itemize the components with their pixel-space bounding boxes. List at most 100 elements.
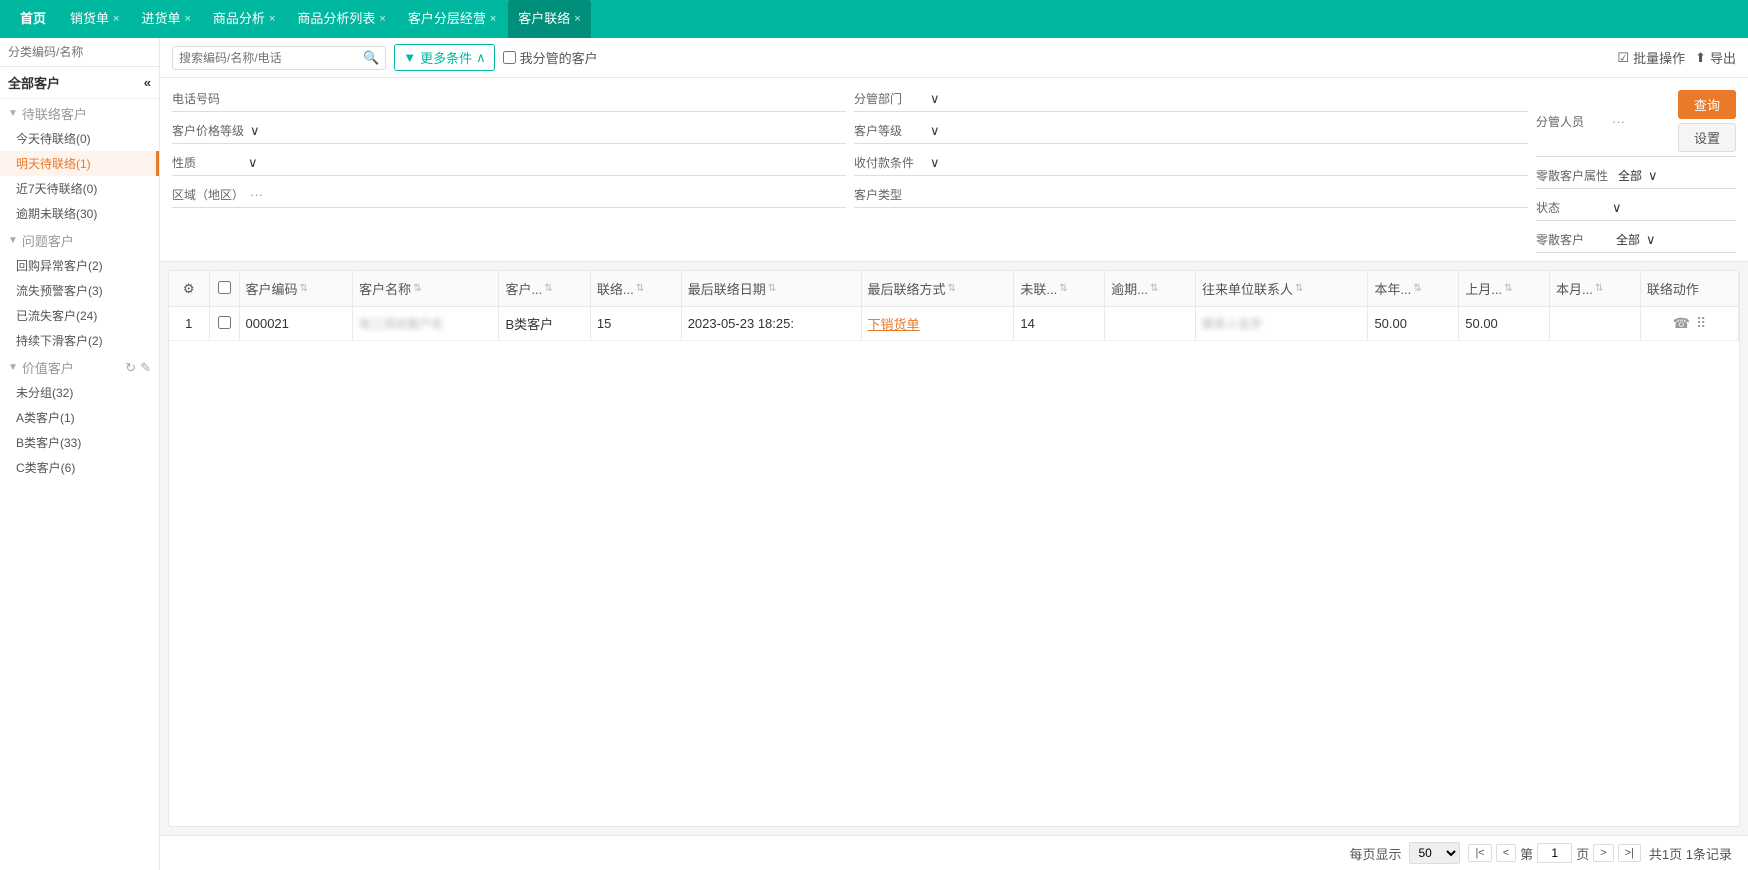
close-tab-purchase-icon[interactable]: × (184, 0, 190, 38)
prev-page-btn[interactable]: < (1496, 844, 1516, 862)
col-last-contact-method[interactable]: 最后联络方式 ⇅ (861, 271, 1014, 307)
sidebar-item-overdue[interactable]: 逾期未联络(30) (0, 201, 159, 226)
sidebar-item-ungrouped[interactable]: 未分组(32) (0, 380, 159, 405)
top-navigation: 首页 销货单 × 进货单 × 商品分析 × 商品分析列表 × 客户分层经营 × … (0, 0, 1748, 38)
settings-button[interactable]: 设置 (1678, 123, 1736, 152)
filter-region-dots[interactable]: ··· (250, 187, 263, 202)
person-dots-icon[interactable]: ··· (1612, 114, 1625, 129)
sidebar-item-class-c[interactable]: C类客户(6) (0, 455, 159, 480)
sidebar-item-tomorrow[interactable]: 明天待联络(1) (0, 151, 159, 176)
next-page-btn[interactable]: > (1593, 844, 1613, 862)
row-contact-icon[interactable]: ☎ (1673, 315, 1690, 332)
toolbar-right: ☑ 批量操作 ⬆ 导出 (1617, 48, 1736, 67)
refresh-icon[interactable]: ↻ (125, 360, 136, 376)
sidebar-item-7days[interactable]: 近7天待联络(0) (0, 176, 159, 201)
col-overdue[interactable]: 逾期... ⇅ (1105, 271, 1196, 307)
page-number-input[interactable] (1537, 843, 1572, 863)
sidebar-item-today[interactable]: 今天待联络(0) (0, 126, 159, 151)
nav-tab-customer-contact[interactable]: 客户联络 × (508, 0, 590, 38)
nav-tab-analysis-list[interactable]: 商品分析列表 × (287, 0, 395, 38)
cell-last-method[interactable]: 下销货单 (861, 307, 1014, 341)
cell-name: 张三测试客户名 (353, 307, 499, 341)
col-last-contact-date[interactable]: 最后联络日期 ⇅ (681, 271, 861, 307)
close-tab-analysis-icon[interactable]: × (269, 0, 275, 38)
pending-arrow-icon: ▼ (8, 108, 18, 119)
close-tab-customer-ops-icon[interactable]: × (490, 0, 496, 38)
col-code[interactable]: 客户编码 ⇅ (239, 271, 353, 307)
export-btn[interactable]: ⬆ 导出 (1695, 48, 1736, 67)
col-no-contact[interactable]: 未联... ⇅ (1014, 271, 1105, 307)
col-last-month[interactable]: 上月... ⇅ (1459, 271, 1550, 307)
settings-icon[interactable]: ⚙ (183, 281, 195, 296)
filter-price-grade-label: 客户价格等级 (172, 122, 244, 139)
col-contact[interactable]: 联络... ⇅ (590, 271, 681, 307)
col-current-year[interactable]: 本年... ⇅ (1368, 271, 1459, 307)
sidebar-search-input[interactable] (8, 45, 160, 59)
bulk-op-btn[interactable]: ☑ 批量操作 (1617, 48, 1685, 67)
all-customers-header[interactable]: 全部客户 « (0, 67, 159, 99)
col-current-month[interactable]: 本月... ⇅ (1550, 271, 1641, 307)
cell-actions: ☎ ⠿ (1640, 307, 1738, 341)
filter-retail-attr-select[interactable]: ∨ (1648, 168, 1736, 184)
close-tab-analysis-list-icon[interactable]: × (379, 0, 385, 38)
col-name[interactable]: 客户名称 ⇅ (353, 271, 499, 307)
row-more-icon[interactable]: ⠿ (1696, 315, 1706, 332)
total-records: 共1页 1条记录 (1649, 844, 1732, 863)
my-customers-checkbox[interactable] (503, 51, 516, 64)
table-header-row: ⚙ 客户编码 ⇅ 客户名称 (169, 271, 1739, 307)
dept-chevron-icon: ∨ (930, 91, 940, 107)
col-type[interactable]: 客户... ⇅ (499, 271, 590, 307)
row-checkbox[interactable] (218, 316, 231, 329)
nav-tab-analysis[interactable]: 商品分析 × (203, 0, 285, 38)
search-submit-icon[interactable]: 🔍 (363, 50, 379, 66)
filter-dept: 分管部门 ∨ (854, 86, 1528, 112)
code-sort-icon: ⇅ (300, 283, 308, 294)
filter-payment-select[interactable]: ∨ (930, 155, 1528, 171)
cell-overdue (1105, 307, 1196, 341)
close-tab-sales-icon[interactable]: × (113, 0, 119, 38)
filter-person-label: 分管人员 (1536, 113, 1606, 130)
sidebar-item-repurchase-abnormal[interactable]: 回购异常客户(2) (0, 253, 159, 278)
collapse-icon[interactable]: « (144, 75, 151, 90)
last-page-btn[interactable]: >| (1618, 844, 1641, 862)
my-customers-toggle[interactable]: 我分管的客户 (503, 48, 598, 67)
nav-tab-sales[interactable]: 销货单 × (60, 0, 129, 38)
nav-home[interactable]: 首页 (8, 0, 58, 38)
problem-arrow-icon: ▼ (8, 235, 18, 246)
select-all-checkbox[interactable] (218, 281, 231, 294)
edit-icon[interactable]: ✎ (140, 360, 151, 376)
filter-price-grade-select[interactable]: ∨ (250, 123, 846, 139)
filter-person-select[interactable]: ··· (1612, 114, 1664, 129)
problem-customer-section: ▼ 问题客户 (0, 226, 159, 253)
bulk-op-checkbox-icon: ☑ (1617, 50, 1629, 66)
last-method-link[interactable]: 下销货单 (868, 317, 920, 332)
sidebar-item-class-a[interactable]: A类客户(1) (0, 405, 159, 430)
cell-no-contact: 14 (1014, 307, 1105, 341)
more-filter-btn[interactable]: ▼ 更多条件 ∧ (394, 44, 494, 71)
query-button[interactable]: 查询 (1678, 90, 1736, 119)
status-chevron-icon: ∨ (1612, 200, 1622, 216)
unit-contact-blurred: 联系人名字 (1202, 317, 1262, 331)
col-unit-contact[interactable]: 往来单位联系人 ⇅ (1195, 271, 1367, 307)
sidebar-item-class-b[interactable]: B类客户(33) (0, 430, 159, 455)
nav-tab-purchase[interactable]: 进货单 × (131, 0, 200, 38)
sidebar-item-declining[interactable]: 持续下滑客户(2) (0, 328, 159, 353)
total-pages-label: 页 (1576, 844, 1589, 863)
nav-tab-customer-ops[interactable]: 客户分层经营 × (398, 0, 506, 38)
filter-customer-grade-select[interactable]: ∨ (930, 123, 1528, 139)
filter-gender-select[interactable]: ∨ (248, 155, 846, 171)
col-settings[interactable]: ⚙ (169, 271, 209, 307)
sidebar-item-churned[interactable]: 已流失客户(24) (0, 303, 159, 328)
value-arrow-icon: ▼ (8, 362, 18, 373)
close-tab-customer-contact-icon[interactable]: × (574, 0, 580, 38)
first-page-btn[interactable]: |< (1468, 844, 1491, 862)
grade-chevron-icon: ∨ (930, 123, 940, 139)
sidebar-item-churn-warning[interactable]: 流失预警客户(3) (0, 278, 159, 303)
per-page-select[interactable]: 50 10 20 100 (1409, 842, 1460, 864)
filter-region-select[interactable]: ··· (250, 187, 846, 202)
filter-phone: 电话号码 (172, 86, 846, 112)
filter-retail-customer-select[interactable]: ∨ (1646, 232, 1736, 248)
filter-status-select[interactable]: ∨ (1612, 200, 1736, 216)
search-input[interactable] (179, 51, 359, 65)
filter-dept-select[interactable]: ∨ (930, 91, 1528, 107)
